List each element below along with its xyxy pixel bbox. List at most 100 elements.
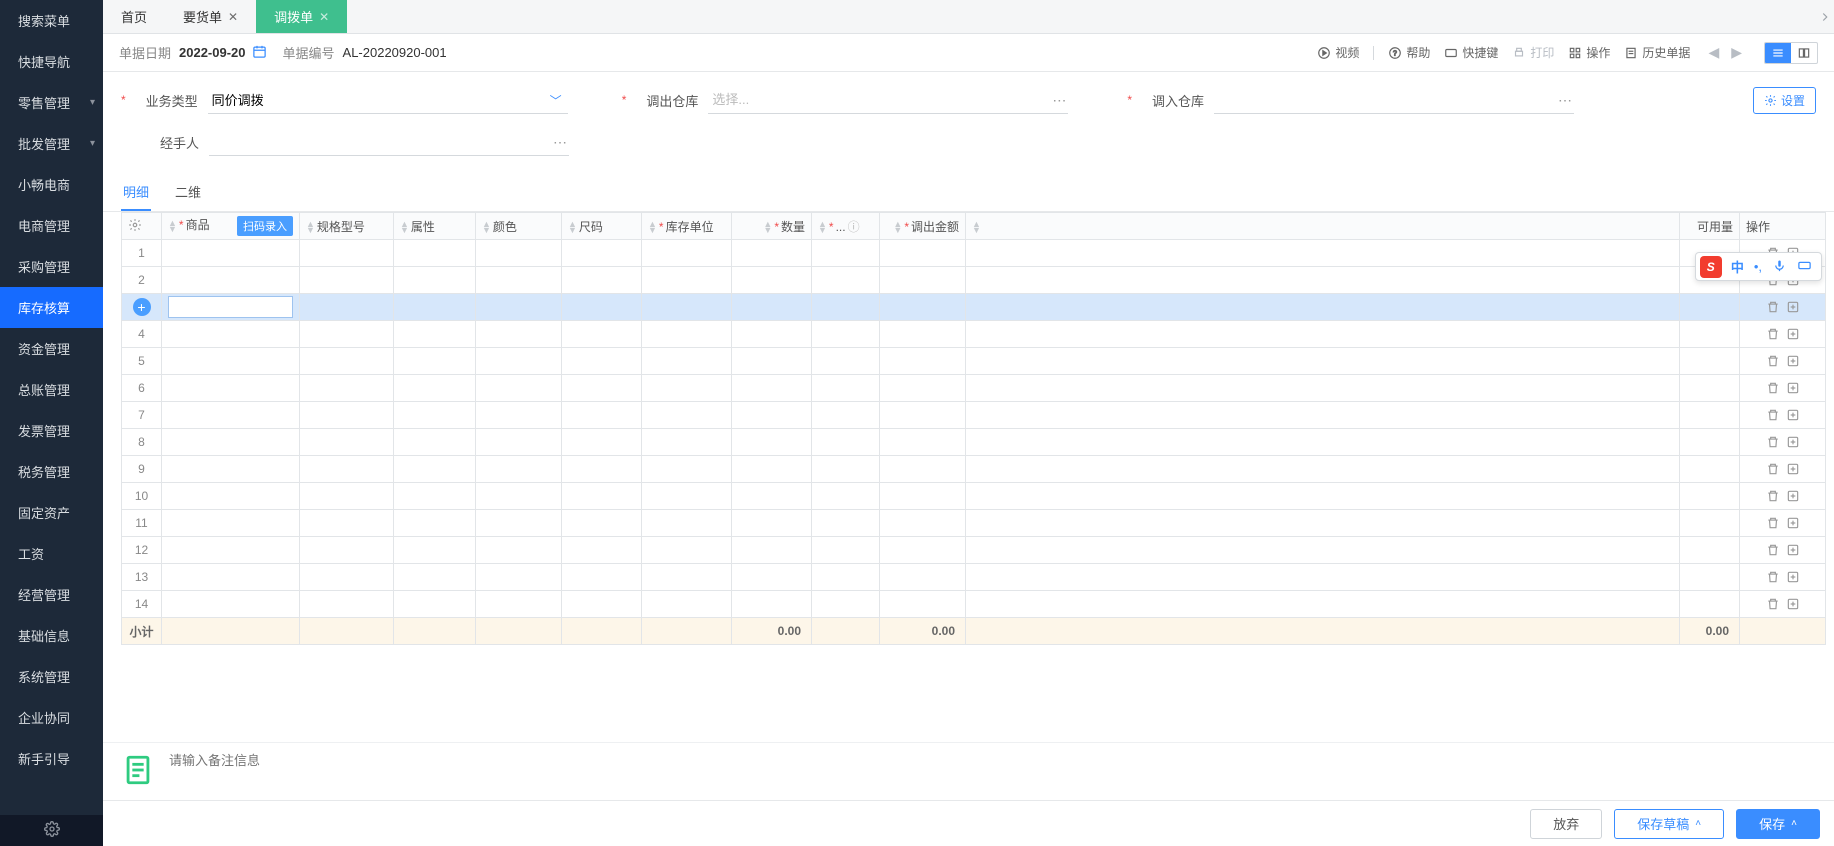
th-size[interactable]: ▲▼尺码 [562,213,642,240]
close-icon[interactable]: ✕ [228,10,238,24]
delete-row-icon[interactable] [1766,408,1780,422]
sidebar-item-1[interactable]: 快捷导航 [0,41,103,82]
tool-video[interactable]: 视频 [1317,44,1359,61]
table-row[interactable]: 10 [122,483,1826,510]
th-spec[interactable]: ▲▼规格型号 [300,213,394,240]
add-row-icon[interactable] [1786,570,1800,584]
discard-button[interactable]: 放弃 [1530,809,1602,839]
field-outwh[interactable]: *调出仓库 ⋯ [622,86,1068,114]
sidebar-item-2[interactable]: 零售管理▾ [0,82,103,123]
sidebar-item-3[interactable]: 批发管理▾ [0,123,103,164]
table-row[interactable]: 6 [122,375,1826,402]
sidebar-item-4[interactable]: 小畅电商 [0,164,103,205]
tool-print[interactable]: 打印 [1512,44,1554,61]
th-unit[interactable]: ▲▼*库存单位 [642,213,732,240]
view-card-icon[interactable] [1791,43,1817,63]
table-row[interactable]: 5 [122,348,1826,375]
add-row-icon[interactable] [1786,597,1800,611]
tool-operate[interactable]: 操作 [1568,44,1610,61]
tab-1[interactable]: 要货单✕ [165,0,256,33]
ellipsis-icon[interactable]: ⋯ [553,134,568,151]
close-icon[interactable]: ✕ [319,10,329,24]
settings-button[interactable]: 设置 [1753,87,1816,114]
delete-row-icon[interactable] [1766,381,1780,395]
th-qty[interactable]: ▲▼*数量 [732,213,812,240]
delete-row-icon[interactable] [1766,354,1780,368]
inwh-input[interactable] [1214,86,1574,114]
sidebar-item-0[interactable]: 搜索菜单 [0,0,103,41]
doc-date-value[interactable]: 2022-09-20 [179,45,246,60]
table-row[interactable]: 12 [122,537,1826,564]
table-config-icon[interactable] [122,213,162,240]
sidebar-item-8[interactable]: 资金管理 [0,328,103,369]
delete-row-icon[interactable] [1766,570,1780,584]
th-product[interactable]: ▲▼*商品扫码录入 [162,213,300,240]
tool-shortcut[interactable]: 快捷键 [1444,44,1498,61]
sidebar-item-17[interactable]: 企业协同 [0,697,103,738]
delete-row-icon[interactable] [1766,516,1780,530]
table-row[interactable]: 11 [122,510,1826,537]
sidebar-item-11[interactable]: 税务管理 [0,451,103,492]
table-row[interactable]: 14 [122,591,1826,618]
sidebar-item-5[interactable]: 电商管理 [0,205,103,246]
add-row-icon[interactable] [1786,489,1800,503]
table-row[interactable]: 7 [122,402,1826,429]
sidebar-item-7[interactable]: 库存核算 [0,287,103,328]
view-toggle[interactable] [1764,42,1818,64]
save-button[interactable]: 保存˄ [1736,809,1820,839]
tabs-overflow-icon[interactable] [1816,0,1834,33]
sidebar-item-14[interactable]: 经营管理 [0,574,103,615]
table-row[interactable]: 13 [122,564,1826,591]
subtab-detail[interactable]: 明细 [121,174,151,211]
delete-row-icon[interactable] [1766,597,1780,611]
remarks-input[interactable] [169,753,1816,768]
sidebar-item-12[interactable]: 固定资产 [0,492,103,533]
add-row-icon[interactable] [1786,516,1800,530]
save-draft-button[interactable]: 保存草稿˄ [1614,809,1724,839]
nav-next-icon[interactable]: ▶ [1727,44,1746,61]
field-biztype[interactable]: *业务类型 ﹀ [121,86,562,114]
add-row-icon[interactable] [1786,408,1800,422]
sidebar-settings-icon[interactable] [0,815,103,846]
table-row[interactable]: 1 [122,240,1826,267]
add-row-icon[interactable] [1786,327,1800,341]
sidebar-item-9[interactable]: 总账管理 [0,369,103,410]
outwh-input[interactable] [708,86,1068,114]
sidebar-item-6[interactable]: 采购管理 [0,246,103,287]
sidebar-item-15[interactable]: 基础信息 [0,615,103,656]
nav-prev-icon[interactable]: ◀ [1704,44,1723,61]
sidebar-item-10[interactable]: 发票管理 [0,410,103,451]
product-cell-input[interactable] [168,296,293,318]
sidebar-item-18[interactable]: 新手引导 [0,738,103,779]
delete-row-icon[interactable] [1766,543,1780,557]
tab-2[interactable]: 调拨单✕ [256,0,347,33]
delete-row-icon[interactable] [1766,462,1780,476]
add-row-icon[interactable] [1786,354,1800,368]
handler-input[interactable] [209,128,569,156]
calendar-icon[interactable] [252,44,267,62]
delete-row-icon[interactable] [1766,435,1780,449]
table-row[interactable]: 2 [122,267,1826,294]
th-amount[interactable]: ▲▼*调出金额 [880,213,966,240]
scan-badge[interactable]: 扫码录入 [237,216,293,236]
table-row[interactable]: + [122,294,1826,321]
field-handler[interactable]: 经手人 ⋯ [121,128,568,156]
th-price[interactable]: ▲▼*...ⓘ [812,213,880,240]
table-row[interactable]: 8 [122,429,1826,456]
keyboard-icon[interactable] [1792,256,1817,278]
th-color[interactable]: ▲▼颜色 [476,213,562,240]
ime-punct-icon[interactable]: •, [1749,257,1767,276]
ime-widget[interactable]: S 中 •, [1695,252,1822,281]
subtab-2d[interactable]: 二维 [173,174,203,211]
tool-help[interactable]: ?帮助 [1388,44,1430,61]
sidebar-item-13[interactable]: 工资 [0,533,103,574]
ellipsis-icon[interactable]: ⋯ [1558,92,1573,109]
mic-icon[interactable] [1767,256,1792,278]
delete-row-icon[interactable] [1766,300,1780,314]
delete-row-icon[interactable] [1766,489,1780,503]
ellipsis-icon[interactable]: ⋯ [1052,92,1067,109]
table-row[interactable]: 9 [122,456,1826,483]
delete-row-icon[interactable] [1766,327,1780,341]
add-row-icon[interactable] [1786,300,1800,314]
add-row-icon[interactable] [1786,462,1800,476]
